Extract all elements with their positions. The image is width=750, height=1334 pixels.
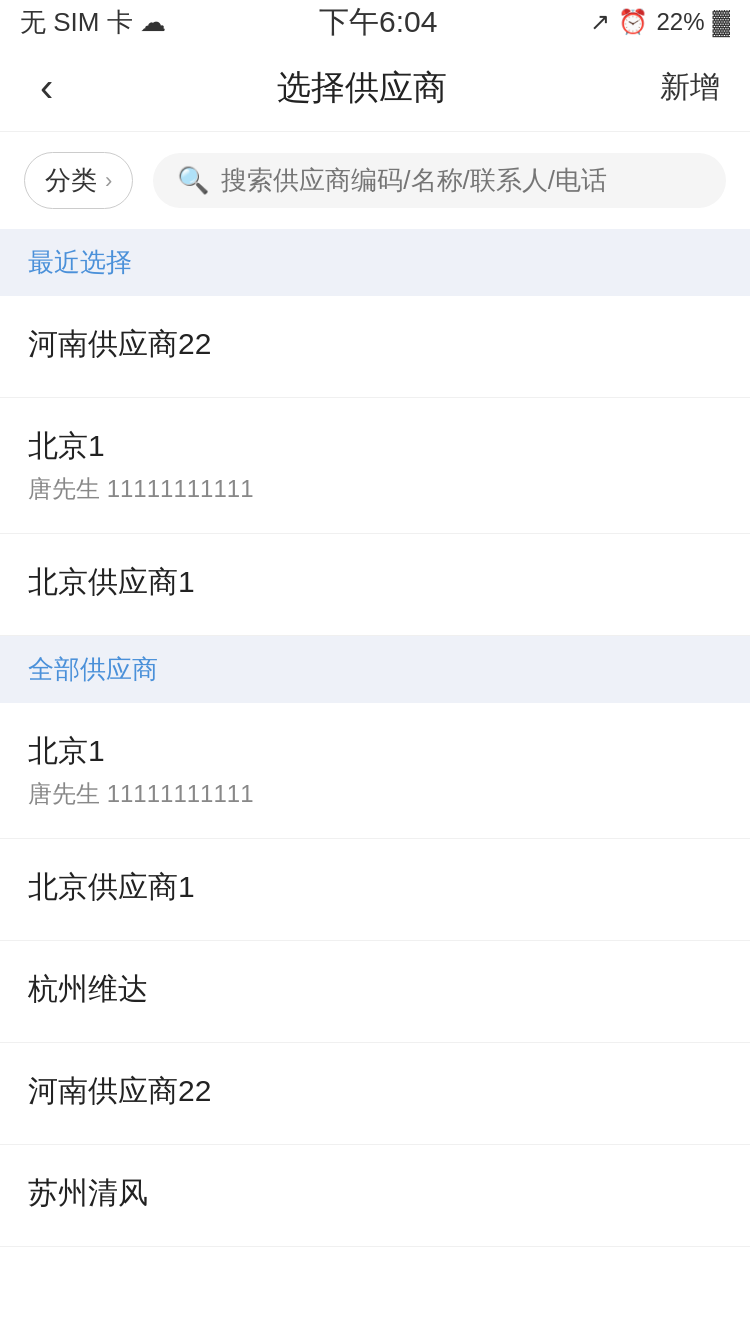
item-name: 杭州维达 xyxy=(28,969,722,1010)
item-name: 河南供应商22 xyxy=(28,324,722,365)
nav-bar: ‹ 选择供应商 新增 xyxy=(0,44,750,132)
page-title: 选择供应商 xyxy=(277,65,447,111)
battery-level: 22% xyxy=(656,8,704,36)
item-sub: 唐先生 11111111111 xyxy=(28,778,722,810)
status-bar: 无 SIM 卡 ☁ 下午6:04 ↗ ⏰ 22% ▓ xyxy=(0,0,750,44)
status-time: 下午6:04 xyxy=(319,2,437,43)
all-section-header: 全部供应商 xyxy=(0,636,750,703)
list-item[interactable]: 苏州清风 xyxy=(0,1145,750,1247)
category-label: 分类 xyxy=(45,163,97,198)
list-item[interactable]: 河南供应商22 xyxy=(0,296,750,398)
filter-bar: 分类 › 🔍 xyxy=(0,132,750,229)
recent-section-header: 最近选择 xyxy=(0,229,750,296)
add-button[interactable]: 新增 xyxy=(660,67,720,108)
all-items-list: 北京1 唐先生 11111111111 北京供应商1 杭州维达河南供应商22 苏州清风 xyxy=(0,703,750,1247)
search-box[interactable]: 🔍 xyxy=(153,153,726,208)
recent-items-list: 河南供应商22 北京1 唐先生 11111111111 北京供应商1 xyxy=(0,296,750,636)
item-name: 河南供应商22 xyxy=(28,1071,722,1112)
item-name: 苏州清风 xyxy=(28,1173,722,1214)
list-item[interactable]: 北京1 唐先生 11111111111 xyxy=(0,398,750,534)
chevron-right-icon: › xyxy=(105,168,112,194)
list-item[interactable]: 杭州维达 xyxy=(0,941,750,1043)
alarm-icon: ⏰ xyxy=(618,8,648,36)
item-name: 北京1 xyxy=(28,426,722,467)
item-sub: 唐先生 11111111111 xyxy=(28,473,722,505)
search-input[interactable] xyxy=(221,165,702,196)
status-left: 无 SIM 卡 ☁ xyxy=(20,5,166,40)
item-name: 北京供应商1 xyxy=(28,562,722,603)
list-item[interactable]: 北京供应商1 xyxy=(0,534,750,636)
list-item[interactable]: 河南供应商22 xyxy=(0,1043,750,1145)
battery-icon: ▓ xyxy=(713,8,731,36)
item-name: 北京供应商1 xyxy=(28,867,722,908)
list-item[interactable]: 北京供应商1 xyxy=(0,839,750,941)
status-right: ↗ ⏰ 22% ▓ xyxy=(590,8,730,36)
list-item[interactable]: 北京1 唐先生 11111111111 xyxy=(0,703,750,839)
back-button[interactable]: ‹ xyxy=(30,55,63,120)
category-button[interactable]: 分类 › xyxy=(24,152,133,209)
sim-status: 无 SIM 卡 ☁ xyxy=(20,5,166,40)
search-icon: 🔍 xyxy=(177,165,209,196)
location-icon: ↗ xyxy=(590,8,610,36)
item-name: 北京1 xyxy=(28,731,722,772)
